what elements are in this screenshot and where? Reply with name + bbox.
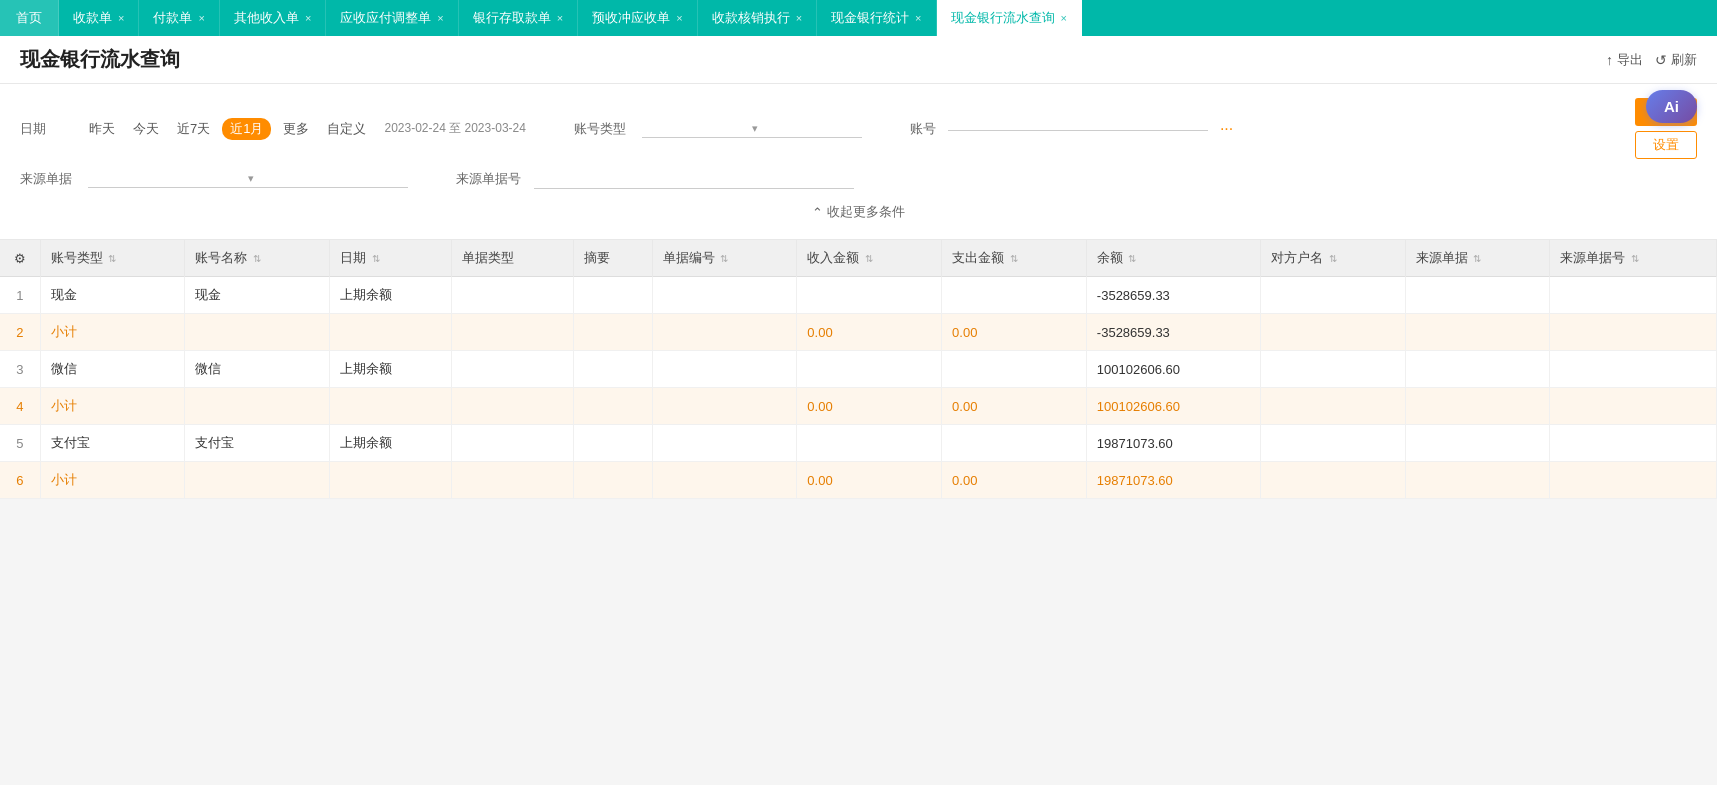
table-container: ⚙ 账号类型 ⇅ 账号名称 ⇅ 日期 ⇅ 单据类型 摘要 单据编号 ⇅ 收入金额… (0, 240, 1717, 499)
page-title: 现金银行流水查询 (20, 46, 180, 73)
collapse-filter-button[interactable]: ⌃ 收起更多条件 (20, 199, 1697, 231)
close-icon[interactable]: × (198, 12, 204, 24)
more-options-button[interactable]: ··· (1216, 120, 1237, 138)
col-doc-no[interactable]: 单据编号 ⇅ (652, 240, 797, 277)
source-doc-no-input[interactable] (534, 169, 854, 189)
close-icon[interactable]: × (915, 12, 921, 24)
chevron-up-icon: ⌃ (812, 205, 823, 220)
chevron-down-icon: ▾ (752, 122, 858, 135)
account-type-select[interactable]: ▾ (642, 120, 862, 138)
shortcut-more[interactable]: 更多 (277, 118, 315, 140)
col-source-doc[interactable]: 来源单据 ⇅ (1405, 240, 1550, 277)
close-icon[interactable]: × (118, 12, 124, 24)
close-icon[interactable]: × (796, 12, 802, 24)
filter-row-date: 日期 昨天 今天 近7天 近1月 更多 自定义 2023-02-24 至 202… (20, 98, 1697, 159)
transactions-table: ⚙ 账号类型 ⇅ 账号名称 ⇅ 日期 ⇅ 单据类型 摘要 单据编号 ⇅ 收入金额… (0, 240, 1717, 499)
refresh-button[interactable]: ↺ 刷新 (1655, 51, 1697, 69)
close-icon[interactable]: × (437, 12, 443, 24)
table-row: 2小计0.000.00-3528659.33 (0, 314, 1717, 351)
shortcut-custom[interactable]: 自定义 (321, 118, 372, 140)
nav-tab-tongji[interactable]: 现金银行统计 × (817, 0, 936, 36)
col-expense[interactable]: 支出金额 ⇅ (942, 240, 1087, 277)
date-shortcuts: 昨天 今天 近7天 近1月 更多 自定义 2023-02-24 至 2023-0… (83, 118, 526, 140)
table-row: 6小计0.000.0019871073.60 (0, 462, 1717, 499)
table-row: 1现金现金上期余额-3528659.33 (0, 277, 1717, 314)
table-row: 3微信微信上期余额100102606.60 (0, 351, 1717, 388)
nav-tab-yinhang[interactable]: 银行存取款单 × (459, 0, 578, 36)
col-account-type[interactable]: 账号类型 ⇅ (40, 240, 185, 277)
filter-row-source: 来源单据 ▾ 来源单据号 (20, 169, 1697, 189)
shortcut-today[interactable]: 今天 (127, 118, 165, 140)
source-doc-select[interactable]: ▾ (88, 170, 408, 188)
table-row: 4小计0.000.00100102606.60 (0, 388, 1717, 425)
shortcut-7days[interactable]: 近7天 (171, 118, 216, 140)
shortcut-1month[interactable]: 近1月 (222, 118, 271, 140)
settings-button[interactable]: 设置 (1635, 131, 1697, 159)
nav-tab-qitashouru[interactable]: 其他收入单 × (220, 0, 326, 36)
filter-area: 日期 昨天 今天 近7天 近1月 更多 自定义 2023-02-24 至 202… (0, 84, 1717, 240)
date-range-text: 2023-02-24 至 2023-03-24 (384, 120, 525, 137)
close-icon[interactable]: × (1061, 12, 1067, 24)
nav-tab-tiaozheng[interactable]: 应收应付调整单 × (326, 0, 458, 36)
col-account-name[interactable]: 账号名称 ⇅ (185, 240, 330, 277)
col-counterparty[interactable]: 对方户名 ⇅ (1260, 240, 1405, 277)
ai-button[interactable]: Ai (1646, 90, 1697, 123)
col-doc-type[interactable]: 单据类型 (452, 240, 574, 277)
col-income[interactable]: 收入金额 ⇅ (797, 240, 942, 277)
col-source-doc-no[interactable]: 来源单据号 ⇅ (1550, 240, 1717, 277)
export-icon: ↑ (1606, 52, 1613, 68)
col-balance[interactable]: 余额 ⇅ (1086, 240, 1260, 277)
shortcut-yesterday[interactable]: 昨天 (83, 118, 121, 140)
col-date[interactable]: 日期 ⇅ (330, 240, 452, 277)
col-settings[interactable]: ⚙ (0, 240, 40, 277)
top-nav: 首页 收款单 × 付款单 × 其他收入单 × 应收应付调整单 × 银行存取款单 … (0, 0, 1717, 36)
nav-tab-liushui[interactable]: 现金银行流水查询 × (937, 0, 1082, 36)
nav-tab-yushou[interactable]: 预收冲应收单 × (578, 0, 697, 36)
nav-tab-hexiao[interactable]: 收款核销执行 × (698, 0, 817, 36)
date-label: 日期 (20, 120, 75, 138)
table-row: 5支付宝支付宝上期余额19871073.60 (0, 425, 1717, 462)
account-label: 账号 (910, 120, 940, 138)
nav-tab-fukuan[interactable]: 付款单 × (139, 0, 219, 36)
header-actions: ↑ 导出 ↺ 刷新 (1606, 51, 1697, 69)
account-type-label: 账号类型 (574, 120, 634, 138)
source-doc-no-label: 来源单据号 (456, 170, 526, 188)
page-header: 现金银行流水查询 ↑ 导出 ↺ 刷新 (0, 36, 1717, 84)
chevron-down-icon: ▾ (248, 172, 404, 185)
account-input[interactable] (948, 126, 1208, 131)
col-summary[interactable]: 摘要 (574, 240, 653, 277)
export-button[interactable]: ↑ 导出 (1606, 51, 1643, 69)
close-icon[interactable]: × (305, 12, 311, 24)
nav-home[interactable]: 首页 (0, 0, 59, 36)
source-doc-label: 来源单据 (20, 170, 80, 188)
close-icon[interactable]: × (557, 12, 563, 24)
close-icon[interactable]: × (676, 12, 682, 24)
refresh-icon: ↺ (1655, 52, 1667, 68)
nav-tab-shoukuan[interactable]: 收款单 × (59, 0, 139, 36)
